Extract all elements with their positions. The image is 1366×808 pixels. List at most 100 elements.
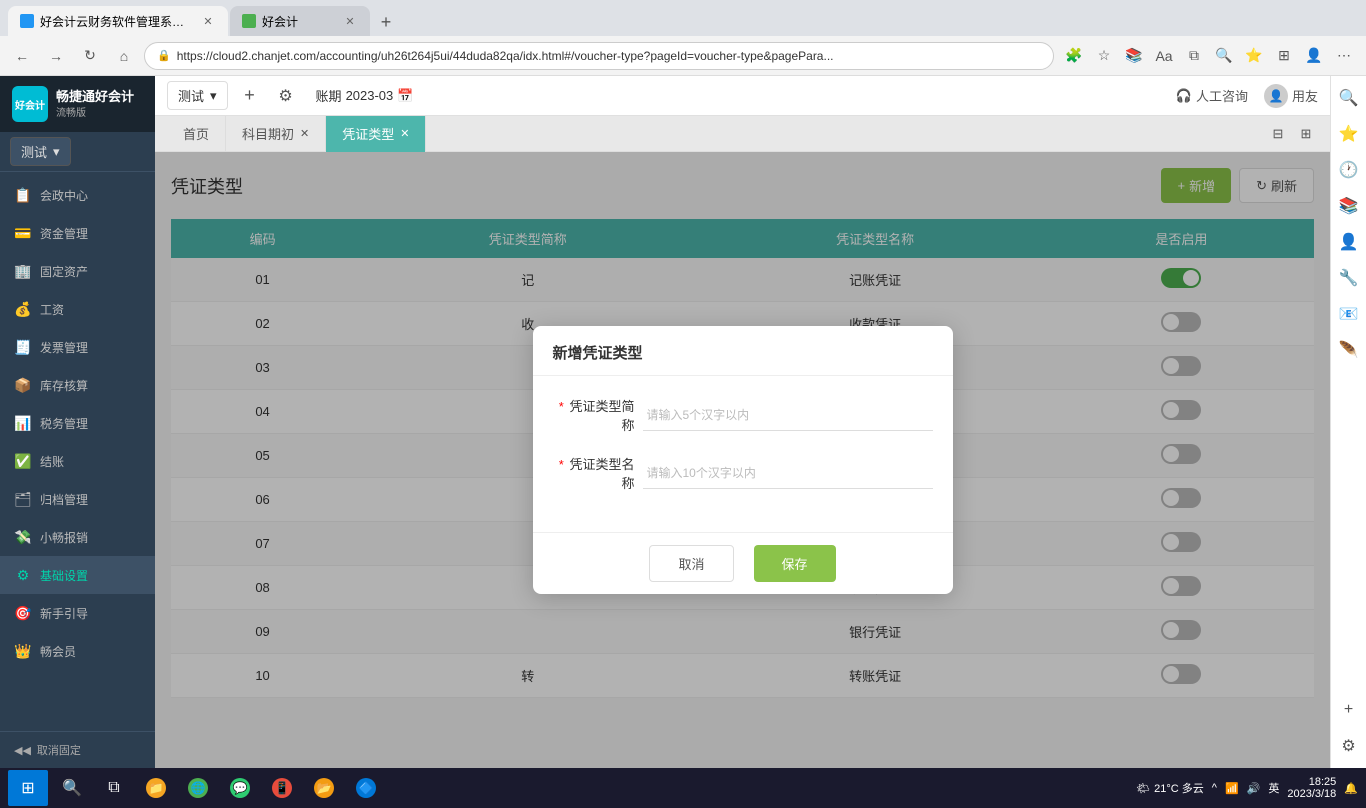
address-input[interactable]: 🔒 https://cloud2.chanjet.com/accounting/… (144, 42, 1054, 70)
browser-tab-1[interactable]: 好会计云财务软件管理系统_会计 ✕ (8, 6, 228, 36)
taskbar-chrome[interactable]: 🌐 (180, 770, 216, 806)
more-menu[interactable]: ⋯ (1330, 42, 1358, 70)
right-feishu-button[interactable]: 🪶 (1335, 336, 1363, 364)
user-profile[interactable]: 👤 (1300, 42, 1328, 70)
sidebar-item-invoice[interactable]: 🧾 发票管理 (0, 328, 155, 366)
sidebar-item-funds[interactable]: 💳 资金管理 (0, 214, 155, 252)
edge-icon: 🔷 (356, 778, 376, 798)
sidebar-label-tax: 税务管理 (40, 415, 88, 432)
main-content: 凭证类型 + 新增 ↻ 刷新 编码 凭证类型简称 (155, 152, 1330, 768)
sidebar-item-expense[interactable]: 💸 小畅报销 (0, 518, 155, 556)
taskbar-search[interactable]: 🔍 (54, 770, 90, 806)
right-outlook-button[interactable]: 📧 (1335, 300, 1363, 328)
modal-body: * 凭证类型简称 * 凭证类型名称 (533, 376, 953, 532)
sidebar-item-salary[interactable]: 💰 工资 (0, 290, 155, 328)
tab-subjects-close[interactable]: ✕ (300, 127, 309, 140)
browser-chrome: 好会计云财务软件管理系统_会计 ✕ 好会计 ✕ + ← → ↻ ⌂ 🔒 http… (0, 0, 1366, 76)
sidebar-label-guide: 新手引导 (40, 605, 88, 622)
save-button[interactable]: 保存 (754, 545, 836, 582)
taskbar-wechat[interactable]: 💬 (222, 770, 258, 806)
notification-icon[interactable]: 🔔 (1344, 782, 1358, 795)
salary-icon: 💰 (14, 300, 32, 318)
collections-button[interactable]: 📚 (1120, 42, 1148, 70)
tab-voucher-type[interactable]: 凭证类型 ✕ (326, 116, 426, 152)
tab-expand-button[interactable]: ⊞ (1294, 122, 1318, 146)
taskbar: ⊞ 🔍 ⧉ 📁 🌐 💬 📱 📂 🔷 🌤 21°C 多云 ^ 📶 🔊 英 18:2… (0, 768, 1366, 808)
right-panel: 🔍 ⭐ 🕐 📚 👤 🔧 📧 🪶 + ⚙ (1330, 76, 1366, 768)
sidebar-item-dashboard[interactable]: 📋 会政中心 (0, 176, 155, 214)
browser-tab-2[interactable]: 好会计 ✕ (230, 6, 370, 36)
sidebar-label-member: 畅会员 (40, 643, 76, 660)
workspace-selector[interactable]: 测试 ▾ (10, 137, 71, 166)
sidebar-item-inventory[interactable]: 📦 库存核算 (0, 366, 155, 404)
tab-home[interactable]: 首页 (167, 116, 226, 152)
right-search-button[interactable]: 🔍 (1335, 84, 1363, 112)
tab-voucher-type-close[interactable]: ✕ (400, 127, 409, 140)
tab-title-2: 好会计 (262, 13, 336, 30)
taskbar-wifi: 📶 (1225, 782, 1239, 795)
tab-close-2[interactable]: ✕ (342, 13, 358, 29)
brand-info: 畅捷通好会计 流畅版 (56, 89, 134, 120)
period-calendar-icon: 📅 (397, 88, 413, 104)
split-view[interactable]: ⧉ (1180, 42, 1208, 70)
right-extension-button[interactable]: 🔧 (1335, 264, 1363, 292)
add-workspace-button[interactable]: + (236, 82, 264, 110)
start-button[interactable]: ⊞ (8, 770, 48, 806)
taskbar-app4[interactable]: 📱 (264, 770, 300, 806)
sidebar-item-archive[interactable]: 🗂 归档管理 (0, 480, 155, 518)
back-button[interactable]: ← (8, 42, 36, 70)
inventory-icon: 📦 (14, 376, 32, 394)
taskbar-folder[interactable]: 📂 (306, 770, 342, 806)
top-nav: 测试 ▾ + ⚙ 账期 2023-03 📅 🎧 人工咨询 👤 用友 (155, 76, 1330, 116)
workspace-selector-main[interactable]: 测试 ▾ (167, 81, 228, 110)
sidebar-cancel-pin[interactable]: ◀◀ 取消固定 (0, 731, 155, 768)
right-star-button[interactable]: ⭐ (1335, 120, 1363, 148)
right-add-button[interactable]: + (1335, 696, 1363, 724)
zoom-button[interactable]: 🔍 (1210, 42, 1238, 70)
sidebar: 好会计 畅捷通好会计 流畅版 测试 ▾ 📋 会政中心 💳 资金管理 🏢 (0, 76, 155, 768)
pin-icon: ◀◀ (14, 744, 31, 757)
sidebar-item-member[interactable]: 👑 畅会员 (0, 632, 155, 670)
favorites-bar[interactable]: ⭐ (1240, 42, 1268, 70)
name-input[interactable] (643, 457, 933, 489)
taskbar-edge[interactable]: 🔷 (348, 770, 384, 806)
consult-label: 人工咨询 (1196, 86, 1248, 105)
sidebar-item-settle[interactable]: ✅ 结账 (0, 442, 155, 480)
tab-subjects[interactable]: 科目期初 ✕ (226, 116, 326, 152)
short-name-row: * 凭证类型简称 (553, 396, 933, 434)
folder-icon: 📂 (314, 778, 334, 798)
workspace-settings-button[interactable]: ⚙ (272, 82, 300, 110)
home-button[interactable]: ⌂ (110, 42, 138, 70)
tab-favicon-2 (242, 14, 256, 28)
extensions-button[interactable]: 🧩 (1060, 42, 1088, 70)
tab-home-label: 首页 (183, 124, 209, 143)
immersive-reader[interactable]: Aa (1150, 42, 1178, 70)
taskbar-task-view[interactable]: ⧉ (96, 770, 132, 806)
sidebar-item-tax[interactable]: 📊 税务管理 (0, 404, 155, 442)
sidebar-item-settings[interactable]: ⚙ 基础设置 (0, 556, 155, 594)
consult-button[interactable]: 🎧 人工咨询 (1176, 86, 1248, 105)
sidebar-item-assets[interactable]: 🏢 固定资产 (0, 252, 155, 290)
taskbar-caret[interactable]: ^ (1212, 782, 1217, 794)
right-settings-button[interactable]: ⚙ (1335, 732, 1363, 760)
new-tab-button[interactable]: + (372, 8, 400, 36)
reload-button[interactable]: ↻ (76, 42, 104, 70)
cancel-button[interactable]: 取消 (649, 545, 733, 582)
tab-minimize-button[interactable]: ⊟ (1266, 122, 1290, 146)
right-profile-button[interactable]: 👤 (1335, 228, 1363, 256)
browser-actions: 🧩 ☆ 📚 Aa ⧉ 🔍 ⭐ ⊞ 👤 ⋯ (1060, 42, 1358, 70)
sidebar-menu: 📋 会政中心 💳 资金管理 🏢 固定资产 💰 工资 🧾 发票管理 📦 库 (0, 172, 155, 731)
sidebar-toggle[interactable]: ⊞ (1270, 42, 1298, 70)
right-history-button[interactable]: 🕐 (1335, 156, 1363, 184)
weather-icon: 🌤 (1136, 782, 1150, 795)
tab-close-1[interactable]: ✕ (200, 13, 216, 29)
new-voucher-type-modal: 新增凭证类型 * 凭证类型简称 * (533, 326, 953, 594)
favorites-button[interactable]: ☆ (1090, 42, 1118, 70)
user-button[interactable]: 👤 用友 (1264, 84, 1318, 108)
archive-icon: 🗂 (14, 490, 32, 508)
right-collections-button[interactable]: 📚 (1335, 192, 1363, 220)
forward-button[interactable]: → (42, 42, 70, 70)
taskbar-file-explorer[interactable]: 📁 (138, 770, 174, 806)
sidebar-item-guide[interactable]: 🎯 新手引导 (0, 594, 155, 632)
short-name-input[interactable] (643, 399, 933, 431)
